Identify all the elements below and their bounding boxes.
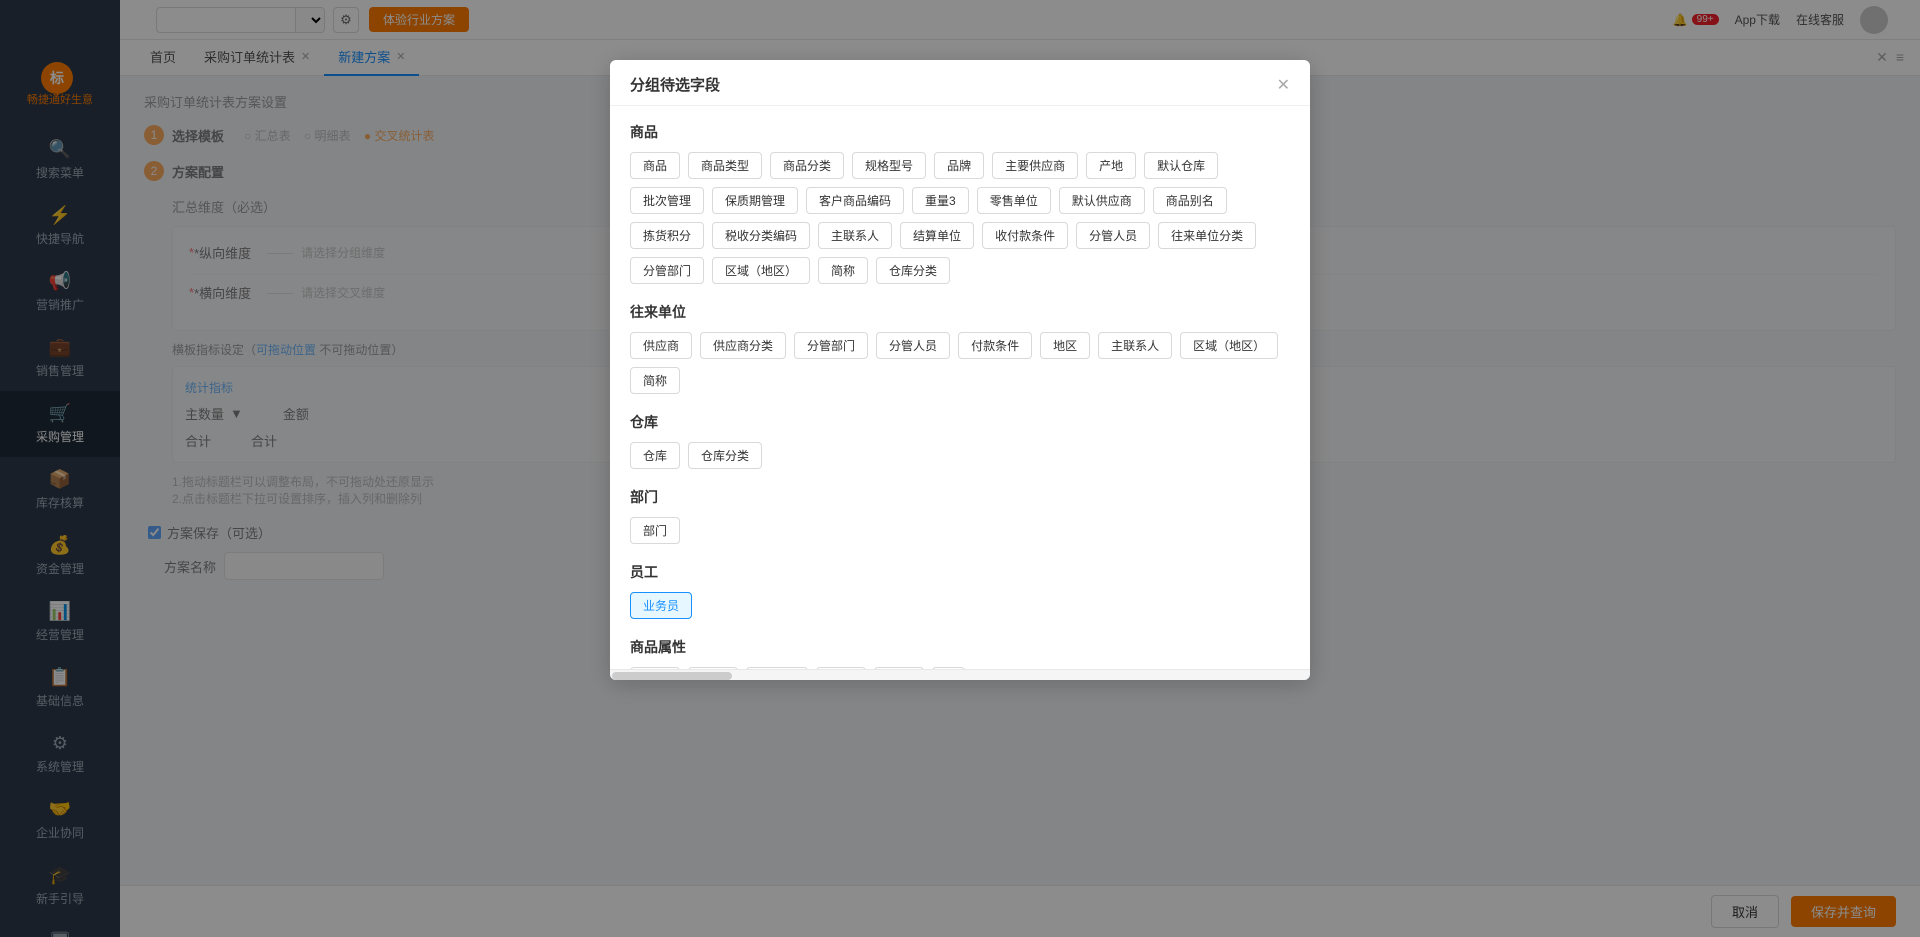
field-tag-主联系人[interactable]: 主联系人: [1098, 332, 1172, 359]
field-tag-零售单位[interactable]: 零售单位: [977, 187, 1051, 214]
field-section-仓库: 仓库仓库仓库分类: [630, 412, 1290, 469]
field-tag-地区[interactable]: 地区: [1040, 332, 1090, 359]
field-tag-分管人员[interactable]: 分管人员: [876, 332, 950, 359]
field-tag-往来单位分类[interactable]: 往来单位分类: [1158, 222, 1256, 249]
field-tag-供应商[interactable]: 供应商: [630, 332, 692, 359]
field-section-员工: 员工业务员: [630, 562, 1290, 619]
field-tag-客户商品编码[interactable]: 客户商品编码: [806, 187, 904, 214]
field-tag-区域（地区）[interactable]: 区域（地区）: [712, 257, 810, 284]
field-tag-简称[interactable]: 简称: [630, 367, 680, 394]
field-tag-仓库分类[interactable]: 仓库分类: [688, 442, 762, 469]
field-tag-主联系人[interactable]: 主联系人: [818, 222, 892, 249]
field-tag-税收分类编码[interactable]: 税收分类编码: [712, 222, 810, 249]
field-select-modal: 分组待选字段 ✕ 商品商品商品类型商品分类规格型号品牌主要供应商产地默认仓库批次…: [610, 60, 1310, 680]
field-tag-分管部门[interactable]: 分管部门: [794, 332, 868, 359]
section-title: 商品属性: [630, 637, 1290, 657]
field-tag-拣货积分[interactable]: 拣货积分: [630, 222, 704, 249]
modal-close-btn[interactable]: ✕: [1277, 75, 1290, 95]
field-tags-部门: 部门: [630, 517, 1290, 544]
section-title: 商品: [630, 122, 1290, 142]
modal-body[interactable]: 商品商品商品类型商品分类规格型号品牌主要供应商产地默认仓库批次管理保质期管理客户…: [610, 106, 1310, 669]
field-tag-商品别名[interactable]: 商品别名: [1153, 187, 1227, 214]
section-title: 往来单位: [630, 302, 1290, 322]
field-tags-商品: 商品商品类型商品分类规格型号品牌主要供应商产地默认仓库批次管理保质期管理客户商品…: [630, 152, 1290, 284]
field-tag-默认仓库[interactable]: 默认仓库: [1144, 152, 1218, 179]
modal-horizontal-scrollbar[interactable]: [610, 669, 1310, 680]
field-tags-仓库: 仓库仓库分类: [630, 442, 1290, 469]
field-tag-供应商分类[interactable]: 供应商分类: [700, 332, 786, 359]
field-tag-收付款条件[interactable]: 收付款条件: [982, 222, 1068, 249]
field-tag-商品[interactable]: 商品: [630, 152, 680, 179]
field-tag-商品类型[interactable]: 商品类型: [688, 152, 762, 179]
field-tag-品牌[interactable]: 品牌: [934, 152, 984, 179]
field-tag-部门[interactable]: 部门: [630, 517, 680, 544]
field-tag-分管人员[interactable]: 分管人员: [1076, 222, 1150, 249]
section-title: 员工: [630, 562, 1290, 582]
field-tags-员工: 业务员: [630, 592, 1290, 619]
modal-overlay: 分组待选字段 ✕ 商品商品商品类型商品分类规格型号品牌主要供应商产地默认仓库批次…: [0, 0, 1920, 937]
field-section-商品: 商品商品商品类型商品分类规格型号品牌主要供应商产地默认仓库批次管理保质期管理客户…: [630, 122, 1290, 284]
field-section-往来单位: 往来单位供应商供应商分类分管部门分管人员付款条件地区主联系人区域（地区） 简称: [630, 302, 1290, 394]
field-tag-仓库[interactable]: 仓库: [630, 442, 680, 469]
field-tag-简称[interactable]: 简称: [818, 257, 868, 284]
section-title: 仓库: [630, 412, 1290, 432]
modal-title: 分组待选字段: [630, 74, 720, 95]
field-tags-往来单位: 供应商供应商分类分管部门分管人员付款条件地区主联系人区域（地区） 简称: [630, 332, 1290, 394]
modal-header: 分组待选字段 ✕: [610, 60, 1310, 106]
field-tag-区域（地区）[interactable]: 区域（地区）: [1180, 332, 1278, 359]
modal-hscroll-thumb: [612, 672, 732, 680]
field-tag-业务员[interactable]: 业务员: [630, 592, 692, 619]
field-tag-默认供应商[interactable]: 默认供应商: [1059, 187, 1145, 214]
field-tag-重量3[interactable]: 重量3: [912, 187, 969, 214]
field-tag-规格型号[interactable]: 规格型号: [852, 152, 926, 179]
field-tag-批次管理[interactable]: 批次管理: [630, 187, 704, 214]
field-section-商品属性: 商品属性属性颜色多规格尺码鞋码1: [630, 637, 1290, 669]
field-tag-产地[interactable]: 产地: [1086, 152, 1136, 179]
field-tag-结算单位[interactable]: 结算单位: [900, 222, 974, 249]
field-tag-仓库分类[interactable]: 仓库分类: [876, 257, 950, 284]
field-tag-主要供应商[interactable]: 主要供应商: [992, 152, 1078, 179]
field-tag-商品分类[interactable]: 商品分类: [770, 152, 844, 179]
field-tag-分管部门[interactable]: 分管部门: [630, 257, 704, 284]
field-tag-保质期管理[interactable]: 保质期管理: [712, 187, 798, 214]
field-section-部门: 部门部门: [630, 487, 1290, 544]
section-title: 部门: [630, 487, 1290, 507]
field-tag-付款条件[interactable]: 付款条件: [958, 332, 1032, 359]
